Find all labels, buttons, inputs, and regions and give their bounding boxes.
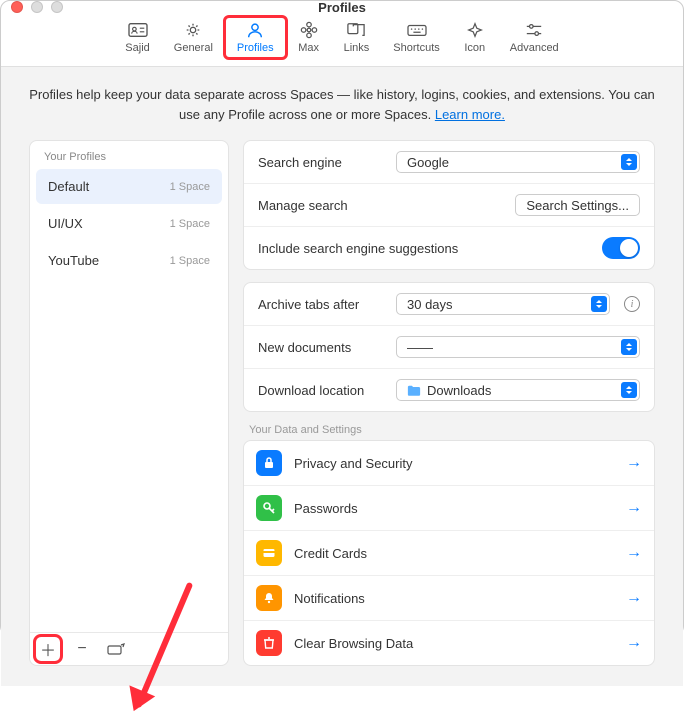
newdoc-select[interactable]: ——	[396, 336, 640, 358]
titlebar: Profiles	[1, 1, 683, 13]
close-window[interactable]	[11, 1, 23, 13]
tab-max[interactable]: Max	[286, 17, 332, 58]
data-row-passwords[interactable]: Passwords →	[244, 485, 654, 530]
profiles-panel: Your Profiles Default 1 Space UI/UX 1 Sp…	[29, 140, 229, 666]
download-select[interactable]: Downloads	[396, 379, 640, 401]
search-engine-label: Search engine	[258, 155, 386, 170]
profile-row-uiux[interactable]: UI/UX 1 Space	[36, 206, 222, 241]
profile-row-youtube[interactable]: YouTube 1 Space	[36, 243, 222, 278]
arrow-right-icon: →	[626, 454, 642, 472]
newdoc-label: New documents	[258, 340, 386, 355]
card-icon	[256, 540, 282, 566]
add-profile-button[interactable]: ＋	[38, 639, 58, 659]
tab-shortcuts[interactable]: Shortcuts	[381, 17, 451, 58]
key-icon	[256, 495, 282, 521]
archive-select[interactable]: 30 days	[396, 293, 610, 315]
description-text: Profiles help keep your data separate ac…	[29, 85, 655, 124]
data-row-label: Clear Browsing Data	[294, 636, 413, 651]
data-row-label: Notifications	[294, 591, 365, 606]
info-icon[interactable]: i	[624, 296, 640, 312]
data-row-notifications[interactable]: Notifications →	[244, 575, 654, 620]
minimize-window[interactable]	[31, 1, 43, 13]
archive-label: Archive tabs after	[258, 297, 386, 312]
search-settings-button[interactable]: Search Settings...	[515, 194, 640, 216]
search-engine-select[interactable]: Google	[396, 151, 640, 173]
profiles-header: Your Profiles	[30, 141, 228, 169]
arrow-right-icon: →	[626, 544, 642, 562]
profile-row-default[interactable]: Default 1 Space	[36, 169, 222, 204]
bell-icon	[256, 585, 282, 611]
arrow-right-icon: →	[626, 499, 642, 517]
tab-sajid[interactable]: Sajid	[113, 17, 161, 58]
window-title: Profiles	[318, 0, 366, 15]
remove-profile-button[interactable]: −	[72, 639, 92, 659]
learn-more-link[interactable]: Learn more.	[435, 107, 505, 122]
sparkle-icon	[464, 21, 486, 39]
chevron-updown-icon	[621, 382, 637, 398]
trash-icon	[256, 630, 282, 656]
chevron-updown-icon	[591, 296, 607, 312]
lock-icon	[256, 450, 282, 476]
data-row-privacy-and-security[interactable]: Privacy and Security →	[244, 441, 654, 485]
sliders-icon	[523, 21, 545, 39]
manage-search-label: Manage search	[258, 198, 386, 213]
settings-tabbar: Sajid General Profiles Max Links Shortcu…	[1, 13, 683, 67]
tab-icon[interactable]: Icon	[452, 17, 498, 58]
download-label: Download location	[258, 383, 386, 398]
keyboard-icon	[406, 21, 428, 39]
chevron-updown-icon	[621, 154, 637, 170]
windows-icon	[345, 21, 367, 39]
arrow-right-icon: →	[626, 589, 642, 607]
tab-profiles[interactable]: Profiles	[225, 17, 286, 58]
data-row-label: Passwords	[294, 501, 358, 516]
zoom-window[interactable]	[51, 1, 63, 13]
rename-icon	[107, 643, 125, 655]
suggestions-label: Include search engine suggestions	[258, 241, 592, 256]
data-row-label: Privacy and Security	[294, 456, 413, 471]
chevron-updown-icon	[621, 339, 637, 355]
id-card-icon	[127, 21, 149, 39]
tab-general[interactable]: General	[162, 17, 225, 58]
gear-icon	[182, 21, 204, 39]
data-row-clear-browsing-data[interactable]: Clear Browsing Data →	[244, 620, 654, 665]
person-icon	[244, 21, 266, 39]
data-row-credit-cards[interactable]: Credit Cards →	[244, 530, 654, 575]
arrow-right-icon: →	[626, 634, 642, 652]
folder-icon	[407, 384, 421, 397]
suggestions-toggle[interactable]	[602, 237, 640, 259]
data-row-label: Credit Cards	[294, 546, 367, 561]
tab-links[interactable]: Links	[332, 17, 382, 58]
flower-icon	[298, 21, 320, 39]
tab-advanced[interactable]: Advanced	[498, 17, 571, 58]
data-section-header: Your Data and Settings	[243, 424, 655, 440]
rename-profile-button[interactable]	[106, 639, 126, 659]
